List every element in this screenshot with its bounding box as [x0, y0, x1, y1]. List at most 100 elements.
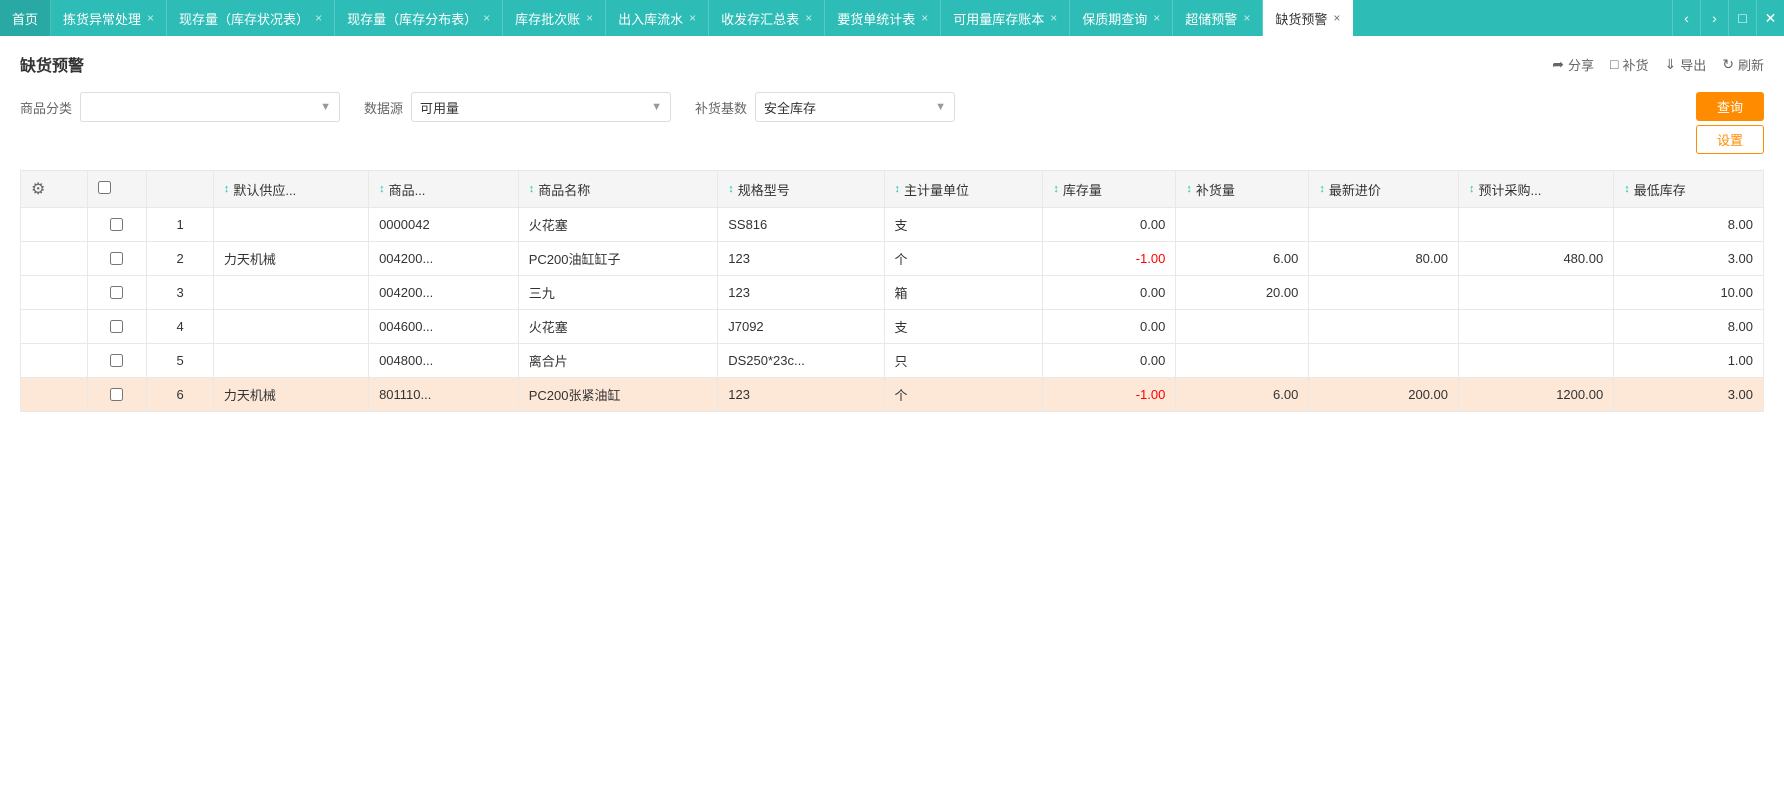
row-latest-price-5: 200.00: [1309, 378, 1459, 412]
tab-close-all-button[interactable]: ✕: [1756, 0, 1784, 36]
tab-home[interactable]: 首页: [0, 0, 51, 36]
row-stock-2: 0.00: [1043, 276, 1176, 310]
tab-next-button[interactable]: ›: [1700, 0, 1728, 36]
tab-overstock-close[interactable]: ×: [1243, 11, 1250, 25]
row-latest-price-4: [1309, 344, 1459, 378]
row-spec-0: SS816: [718, 208, 884, 242]
row-settings-3: [21, 310, 88, 344]
tab-expiry-close[interactable]: ×: [1153, 11, 1160, 25]
th-index: [147, 171, 214, 208]
query-button[interactable]: 查询: [1696, 92, 1764, 121]
row-latest-price-3: [1309, 310, 1459, 344]
settings-button[interactable]: 设置: [1696, 125, 1764, 154]
tab-batch-ledger[interactable]: 库存批次账 ×: [503, 0, 606, 36]
row-unit-3: 支: [884, 310, 1043, 344]
th-spec: ↕ 规格型号: [718, 171, 884, 208]
row-index-1: 2: [147, 242, 214, 276]
row-index-3: 4: [147, 310, 214, 344]
tab-batch-ledger-close[interactable]: ×: [586, 11, 593, 25]
row-est-purchase-0: [1459, 208, 1614, 242]
tab-avail-ledger-close[interactable]: ×: [1050, 11, 1057, 25]
th-unit: ↕ 主计量单位: [884, 171, 1043, 208]
tab-inout-flow-close[interactable]: ×: [689, 11, 696, 25]
row-checkbox-4: [87, 344, 147, 378]
sort-min-stock-icon: ↕: [1624, 183, 1630, 195]
tab-recv-summary-close[interactable]: ×: [805, 11, 812, 25]
restock-button[interactable]: □ 补货: [1610, 55, 1648, 74]
th-min-stock: ↕ 最低库存: [1614, 171, 1764, 208]
tab-exception[interactable]: 拣货异常处理 ×: [51, 0, 167, 36]
tab-restore-button[interactable]: □: [1728, 0, 1756, 36]
row-unit-0: 支: [884, 208, 1043, 242]
row-select-4[interactable]: [110, 354, 123, 367]
row-product-id-0: 0000042: [369, 208, 519, 242]
filter-datasource: 数据源 可用量 ▼: [364, 92, 671, 122]
refresh-button[interactable]: ↻ 刷新: [1722, 55, 1764, 74]
row-restock-4: [1176, 344, 1309, 378]
row-select-2[interactable]: [110, 286, 123, 299]
datasource-select[interactable]: 可用量 ▼: [411, 92, 671, 122]
row-est-purchase-3: [1459, 310, 1614, 344]
row-unit-1: 个: [884, 242, 1043, 276]
row-stock-0: 0.00: [1043, 208, 1176, 242]
sort-stock-icon: ↕: [1053, 183, 1059, 195]
tab-overstock[interactable]: 超储预警 ×: [1173, 0, 1263, 36]
row-unit-4: 只: [884, 344, 1043, 378]
row-min-stock-2: 10.00: [1614, 276, 1764, 310]
tab-avail-ledger[interactable]: 可用量库存账本 ×: [941, 0, 1070, 36]
export-button[interactable]: ⇓ 导出: [1665, 55, 1707, 74]
row-restock-2: 20.00: [1176, 276, 1309, 310]
replenish-select[interactable]: 安全库存 ▼: [755, 92, 955, 122]
sort-restock-icon: ↕: [1186, 183, 1192, 195]
row-unit-5: 个: [884, 378, 1043, 412]
tab-recv-summary[interactable]: 收发存汇总表 ×: [709, 0, 825, 36]
category-label: 商品分类: [20, 98, 72, 117]
filter-bar: 商品分类 ▼ 数据源 可用量 ▼ 补货基数 安全库存 ▼: [20, 92, 1672, 122]
tab-inout-flow[interactable]: 出入库流水 ×: [606, 0, 709, 36]
th-supplier: ↕ 默认供应...: [213, 171, 368, 208]
row-settings-5: [21, 378, 88, 412]
page-header: 缺货预警 ➦ 分享 □ 补货 ⇓ 导出 ↻ 刷新: [20, 52, 1764, 76]
row-settings-2: [21, 276, 88, 310]
tab-stock-status-close[interactable]: ×: [315, 11, 322, 25]
row-index-0: 1: [147, 208, 214, 242]
category-select[interactable]: ▼: [80, 92, 340, 122]
tab-expiry[interactable]: 保质期查询 ×: [1070, 0, 1173, 36]
filter-replenish: 补货基数 安全库存 ▼: [695, 92, 955, 122]
row-supplier-1: 力天机械: [213, 242, 368, 276]
row-supplier-2: [213, 276, 368, 310]
select-all-checkbox[interactable]: [98, 181, 111, 194]
tab-prev-button[interactable]: ‹: [1672, 0, 1700, 36]
row-select-1[interactable]: [110, 252, 123, 265]
row-supplier-4: [213, 344, 368, 378]
row-select-5[interactable]: [110, 388, 123, 401]
row-stock-4: 0.00: [1043, 344, 1176, 378]
tab-stock-status[interactable]: 现存量（库存状况表） ×: [167, 0, 335, 36]
tab-stock-dist[interactable]: 现存量（库存分布表） ×: [335, 0, 503, 36]
main-content: 缺货预警 ➦ 分享 □ 补货 ⇓ 导出 ↻ 刷新 商品分类: [0, 36, 1784, 796]
th-settings: ⚙: [21, 171, 88, 208]
tab-shortage-close[interactable]: ×: [1333, 11, 1340, 25]
table-settings-icon[interactable]: ⚙: [31, 181, 45, 198]
table-row: 5 004800... 离合片 DS250*23c... 只 0.00 1.00: [21, 344, 1764, 378]
row-select-3[interactable]: [110, 320, 123, 333]
tab-stock-dist-close[interactable]: ×: [483, 11, 490, 25]
row-select-0[interactable]: [110, 218, 123, 231]
row-est-purchase-1: 480.00: [1459, 242, 1614, 276]
th-latest-price: ↕ 最新进价: [1309, 171, 1459, 208]
tab-req-stats-close[interactable]: ×: [921, 11, 928, 25]
row-stock-5: -1.00: [1043, 378, 1176, 412]
table-row: 1 0000042 火花塞 SS816 支 0.00 8.00: [21, 208, 1764, 242]
table-row: 4 004600... 火花塞 J7092 支 0.00 8.00: [21, 310, 1764, 344]
row-supplier-5: 力天机械: [213, 378, 368, 412]
tab-req-stats[interactable]: 要货单统计表 ×: [825, 0, 941, 36]
tab-exception-close[interactable]: ×: [147, 11, 154, 25]
row-spec-5: 123: [718, 378, 884, 412]
tab-shortage[interactable]: 缺货预警 ×: [1263, 0, 1353, 36]
th-product-name: ↕ 商品名称: [518, 171, 718, 208]
row-product-id-4: 004800...: [369, 344, 519, 378]
row-checkbox-2: [87, 276, 147, 310]
data-table: ⚙ ↕ 默认供应... ↕ 商品...: [20, 170, 1764, 412]
row-min-stock-4: 1.00: [1614, 344, 1764, 378]
share-button[interactable]: ➦ 分享: [1552, 55, 1594, 74]
